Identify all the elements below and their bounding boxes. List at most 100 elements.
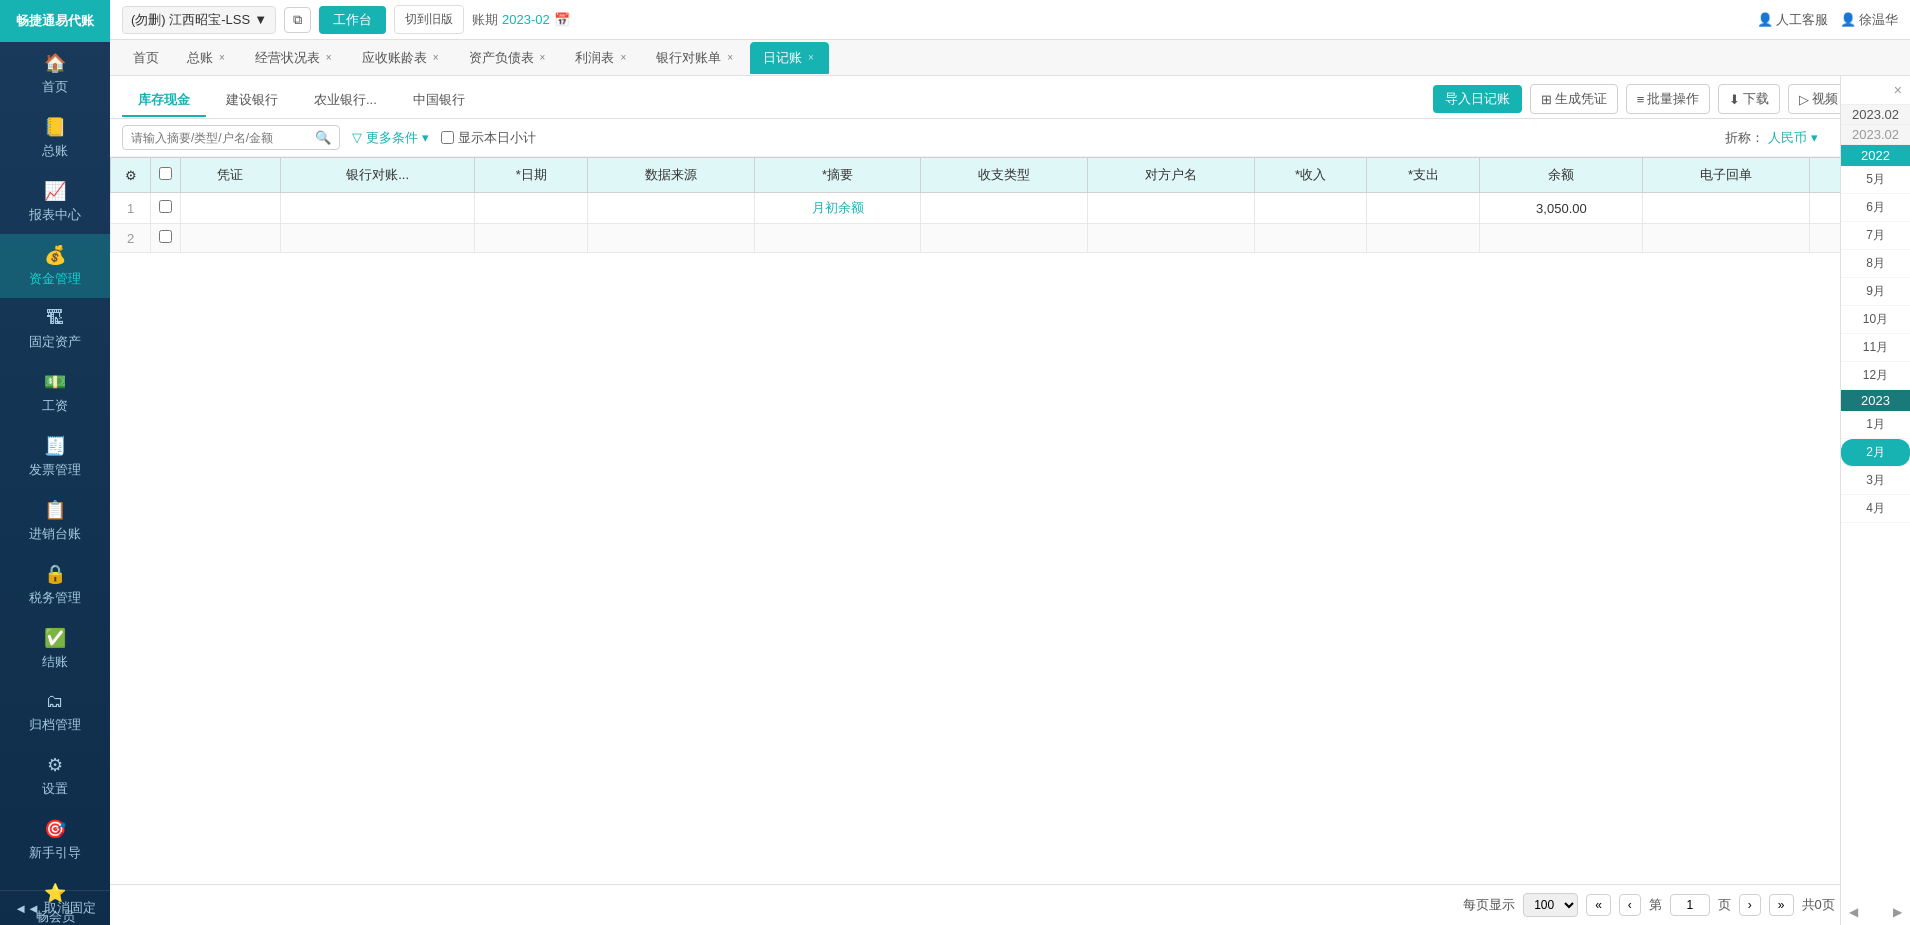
sub-tab-construction-bank[interactable]: 建设银行 <box>210 85 294 117</box>
tab-ledger[interactable]: 总账 × <box>174 42 240 74</box>
daily-total-checkbox-label[interactable]: 显示本日小计 <box>441 129 536 147</box>
select-all-checkbox[interactable] <box>159 167 172 180</box>
month-1[interactable]: 1月 <box>1841 411 1910 439</box>
company-selector[interactable]: (勿删) 江西昭宝-LSS ▼ <box>122 6 276 34</box>
month-2-active[interactable]: 2月 <box>1841 439 1910 467</box>
tab-bank-statement[interactable]: 银行对账单 × <box>643 42 748 74</box>
tab-close-icon[interactable]: × <box>725 52 735 63</box>
tab-close-icon[interactable]: × <box>217 52 227 63</box>
row-income <box>1254 224 1367 253</box>
batch-operation-button[interactable]: ≡ 批量操作 <box>1626 84 1711 114</box>
sidebar-item-tax[interactable]: 🔒 税务管理 <box>0 553 110 617</box>
user-avatar[interactable]: 👤 徐温华 <box>1840 11 1898 29</box>
calendar-next-nav[interactable]: ▶ <box>1893 905 1902 919</box>
tab-close-icon[interactable]: × <box>806 52 816 63</box>
app-logo[interactable]: 畅捷通易代账 <box>0 0 110 42</box>
tab-close-icon[interactable]: × <box>618 52 628 63</box>
tab-close-icon[interactable]: × <box>538 52 548 63</box>
sub-tab-label: 中国银行 <box>413 92 465 107</box>
per-page-select[interactable]: 100 50 200 <box>1523 893 1578 917</box>
calendar-months: 2022 5月 6月 7月 8月 9月 10月 11月 12月 2023 1月 … <box>1841 145 1910 925</box>
sidebar-item-stock[interactable]: 📋 进销台账 <box>0 489 110 553</box>
bottom-bar: 每页显示 100 50 200 « ‹ 第 页 › » 共0页，0条记录 <box>110 884 1910 925</box>
more-conditions-button[interactable]: ▽ 更多条件 ▾ <box>352 129 429 147</box>
download-button[interactable]: ⬇ 下载 <box>1718 84 1780 114</box>
row-source <box>588 193 755 224</box>
search-input[interactable] <box>131 131 311 145</box>
month-10[interactable]: 10月 <box>1841 306 1910 334</box>
dropdown-icon: ▼ <box>254 12 267 27</box>
row-select-checkbox[interactable] <box>159 200 172 213</box>
reports-icon: 📈 <box>44 180 66 202</box>
row-counterpart <box>1087 224 1254 253</box>
row-num: 2 <box>111 224 151 253</box>
calendar-prev-nav[interactable]: ◀ <box>1849 905 1858 919</box>
month-3[interactable]: 3月 <box>1841 467 1910 495</box>
sub-tab-agricultural-bank[interactable]: 农业银行... <box>298 85 393 117</box>
month-9[interactable]: 9月 <box>1841 278 1910 306</box>
sidebar-item-reports[interactable]: 📈 报表中心 <box>0 170 110 234</box>
chevron-down-icon: ▾ <box>422 130 429 145</box>
sidebar-item-archive[interactable]: 🗂 归档管理 <box>0 681 110 744</box>
row-balance: 3,050.00 <box>1480 193 1643 224</box>
month-4[interactable]: 4月 <box>1841 495 1910 523</box>
tab-journal[interactable]: 日记账 × <box>750 42 829 74</box>
sidebar-item-close[interactable]: ✅ 结账 <box>0 617 110 681</box>
calendar-close-button[interactable]: × <box>1890 80 1906 100</box>
tab-balance-sheet[interactable]: 资产负债表 × <box>456 42 561 74</box>
currency-value[interactable]: 人民币 <box>1768 129 1807 147</box>
month-6[interactable]: 6月 <box>1841 194 1910 222</box>
workbench-button[interactable]: 工作台 <box>319 6 386 34</box>
generate-voucher-button[interactable]: ⊞ 生成凭证 <box>1530 84 1618 114</box>
sidebar-item-guide[interactable]: 🎯 新手引导 <box>0 808 110 872</box>
sidebar-item-label: 税务管理 <box>29 589 81 607</box>
calendar-icon[interactable]: 📅 <box>554 12 570 27</box>
row-select-checkbox[interactable] <box>159 230 172 243</box>
col-settings[interactable]: ⚙ <box>111 158 151 193</box>
month-5[interactable]: 5月 <box>1841 166 1910 194</box>
tab-close-icon[interactable]: × <box>324 52 334 63</box>
row-checkbox[interactable] <box>151 224 181 253</box>
tab-close-icon[interactable]: × <box>431 52 441 63</box>
month-12[interactable]: 12月 <box>1841 362 1910 390</box>
prev-page-button[interactable]: ‹ <box>1619 894 1641 916</box>
service-icon: 👤 <box>1757 12 1773 27</box>
import-journal-button[interactable]: 导入日记账 <box>1433 85 1522 113</box>
page-number-input[interactable] <box>1670 894 1710 916</box>
tab-accounts-receivable[interactable]: 应收账龄表 × <box>349 42 454 74</box>
row-e-receipt <box>1643 224 1810 253</box>
sub-tab-cash[interactable]: 库存现金 <box>122 85 206 117</box>
tab-home[interactable]: 首页 <box>120 42 172 74</box>
col-summary: *摘要 <box>754 158 921 193</box>
tab-business-status[interactable]: 经营状况表 × <box>242 42 347 74</box>
sidebar-item-home[interactable]: 🏠 首页 <box>0 42 110 106</box>
row-voucher <box>181 193 281 224</box>
sub-tab-china-bank[interactable]: 中国银行 <box>397 85 481 117</box>
next-page-button[interactable]: › <box>1739 894 1761 916</box>
sidebar-item-ledger[interactable]: 📒 总账 <box>0 106 110 170</box>
sidebar-item-settings[interactable]: ⚙ 设置 <box>0 744 110 808</box>
currency-dropdown-icon[interactable]: ▾ <box>1811 130 1818 145</box>
customer-service-btn[interactable]: 👤 人工客服 <box>1757 11 1828 29</box>
sidebar-item-assets[interactable]: 🏗 固定资产 <box>0 298 110 361</box>
first-page-button[interactable]: « <box>1586 894 1611 916</box>
month-7[interactable]: 7月 <box>1841 222 1910 250</box>
copy-icon-btn[interactable]: ⧉ <box>284 7 311 33</box>
pin-icon: ◄◄ <box>14 901 40 916</box>
tab-label: 利润表 <box>575 49 614 67</box>
unpin-sidebar-button[interactable]: ◄◄ 取消固定 <box>0 890 110 925</box>
last-page-button[interactable]: » <box>1769 894 1794 916</box>
tab-profit[interactable]: 利润表 × <box>562 42 641 74</box>
month-8[interactable]: 8月 <box>1841 250 1910 278</box>
year-label: 2023 <box>1861 393 1890 408</box>
row-checkbox[interactable] <box>151 193 181 224</box>
sidebar-item-invoice[interactable]: 🧾 发票管理 <box>0 425 110 489</box>
sidebar-item-payroll[interactable]: 💵 工资 <box>0 361 110 425</box>
month-11[interactable]: 11月 <box>1841 334 1910 362</box>
search-icon[interactable]: 🔍 <box>315 130 331 145</box>
old-version-button[interactable]: 切到旧版 <box>394 5 464 34</box>
daily-total-checkbox[interactable] <box>441 131 454 144</box>
row-payment-type <box>921 224 1088 253</box>
sidebar-item-finance[interactable]: 💰 资金管理 <box>0 234 110 298</box>
sub-tab-label: 建设银行 <box>226 92 278 107</box>
